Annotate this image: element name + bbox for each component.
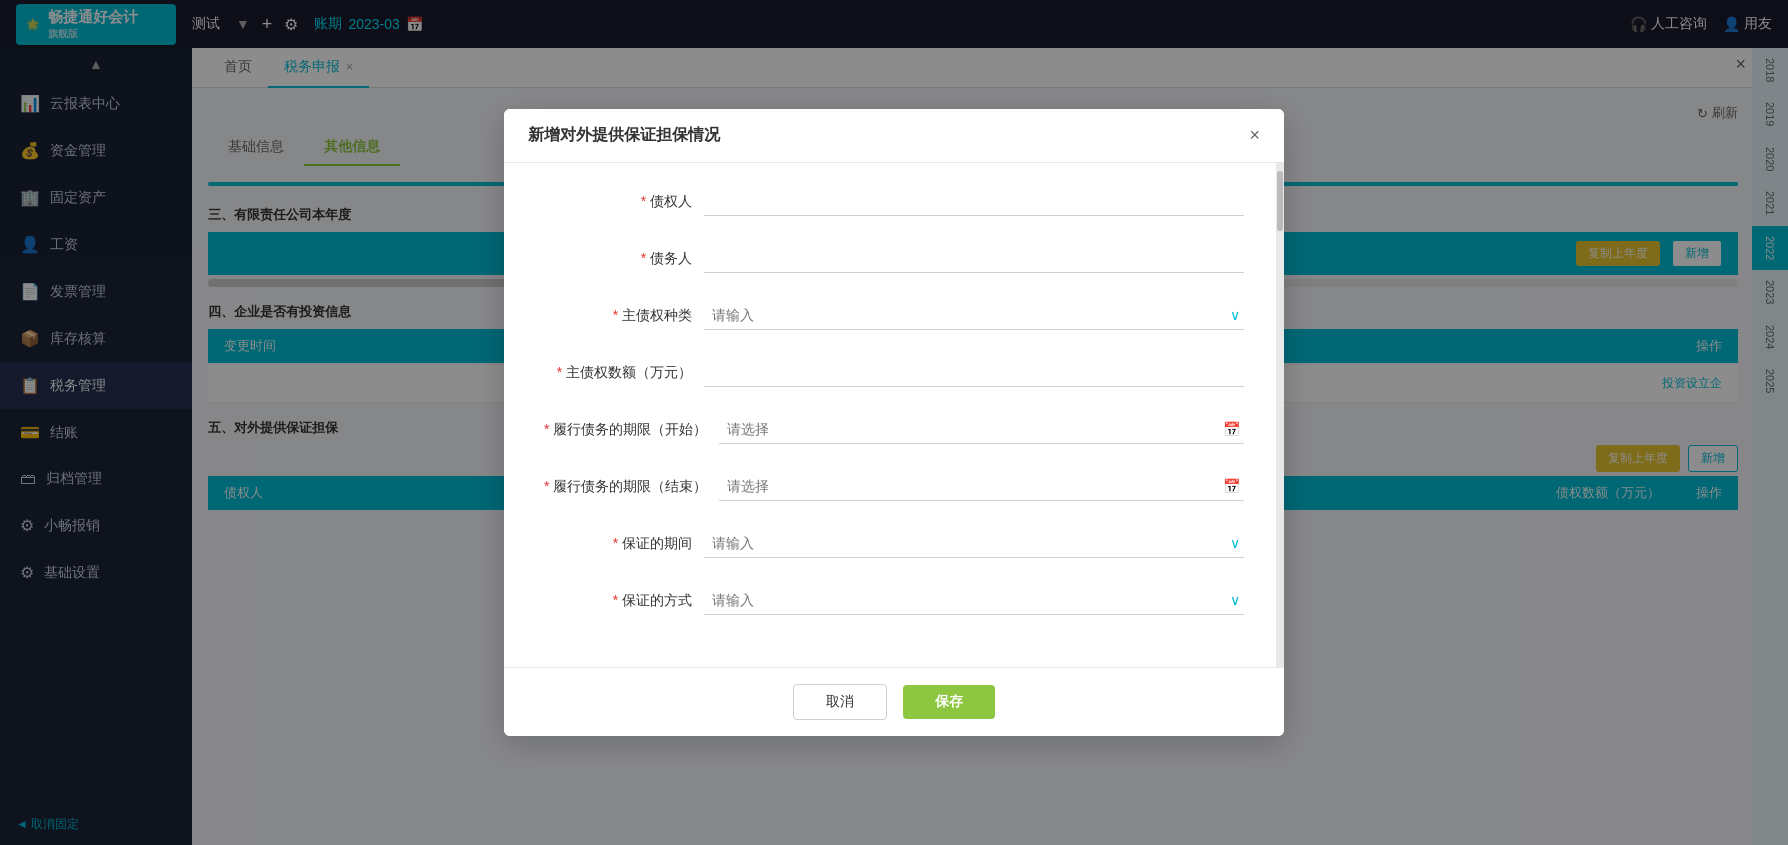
- claim-type-label-text: 主债权种类: [622, 307, 692, 323]
- form-row-claim-type: * 主债权种类 ∨: [544, 301, 1244, 330]
- form-row-creditor: * 债权人: [544, 187, 1244, 216]
- label-guarantee-method: * 保证的方式: [544, 592, 704, 610]
- label-claim-type: * 主债权种类: [544, 307, 704, 325]
- modal-scrollbar-thumb: [1277, 171, 1283, 231]
- claim-type-chevron: ∨: [1230, 307, 1244, 323]
- label-obligation-end: * 履行债务的期限（结束）: [544, 478, 719, 496]
- guarantee-period-chevron: ∨: [1230, 535, 1244, 551]
- form-row-debtor: * 债务人: [544, 244, 1244, 273]
- modal-body: * 债权人 * 债务人 * 主债权种: [504, 163, 1284, 667]
- form-row-obligation-start: * 履行债务的期限（开始） 📅: [544, 415, 1244, 444]
- guarantee-period-select-wrapper[interactable]: ∨: [704, 529, 1244, 558]
- label-claim-amount: * 主债权数额（万元）: [544, 364, 704, 382]
- guarantee-method-chevron: ∨: [1230, 592, 1244, 608]
- guarantee-method-input[interactable]: [704, 586, 1230, 614]
- modal-overlay: 新增对外提供保证担保情况 × * 债权人 * 债务人: [0, 0, 1788, 845]
- guarantee-period-label-text: 保证的期间: [622, 535, 692, 551]
- obligation-start-calendar-icon: 📅: [1223, 421, 1244, 437]
- claim-type-select-wrapper[interactable]: ∨: [704, 301, 1244, 330]
- guarantee-method-label-text: 保证的方式: [622, 592, 692, 608]
- form-row-guarantee-period: * 保证的期间 ∨: [544, 529, 1244, 558]
- modal-scrollbar[interactable]: [1276, 163, 1284, 667]
- label-creditor: * 债权人: [544, 193, 704, 211]
- form-row-obligation-end: * 履行债务的期限（结束） 📅: [544, 472, 1244, 501]
- modal: 新增对外提供保证担保情况 × * 债权人 * 债务人: [504, 109, 1284, 736]
- modal-header: 新增对外提供保证担保情况 ×: [504, 109, 1284, 163]
- form-row-claim-amount: * 主债权数额（万元）: [544, 358, 1244, 387]
- label-debtor: * 债务人: [544, 250, 704, 268]
- debtor-input[interactable]: [704, 244, 1244, 273]
- debtor-label-text: 债务人: [650, 250, 692, 266]
- label-guarantee-period: * 保证的期间: [544, 535, 704, 553]
- obligation-end-date-wrapper[interactable]: 📅: [719, 472, 1244, 501]
- claim-amount-input[interactable]: [704, 358, 1244, 387]
- form-row-guarantee-method: * 保证的方式 ∨: [544, 586, 1244, 615]
- creditor-label-text: 债权人: [650, 193, 692, 209]
- guarantee-period-input[interactable]: [704, 529, 1230, 557]
- claim-amount-label-text: 主债权数额（万元）: [566, 364, 692, 380]
- cancel-button[interactable]: 取消: [793, 684, 887, 720]
- obligation-start-date-wrapper[interactable]: 📅: [719, 415, 1244, 444]
- obligation-end-calendar-icon: 📅: [1223, 478, 1244, 494]
- obligation-end-input[interactable]: [719, 472, 1223, 500]
- creditor-input[interactable]: [704, 187, 1244, 216]
- guarantee-method-select-wrapper[interactable]: ∨: [704, 586, 1244, 615]
- obligation-start-label-text: 履行债务的期限（开始）: [553, 421, 707, 437]
- label-obligation-start: * 履行债务的期限（开始）: [544, 421, 719, 439]
- modal-title: 新增对外提供保证担保情况: [528, 125, 720, 146]
- save-button[interactable]: 保存: [903, 685, 995, 719]
- claim-type-input[interactable]: [704, 301, 1230, 329]
- modal-body-wrapper: * 债权人 * 债务人 * 主债权种: [504, 163, 1284, 667]
- obligation-end-label-text: 履行债务的期限（结束）: [553, 478, 707, 494]
- modal-close-button[interactable]: ×: [1249, 125, 1260, 146]
- modal-footer: 取消 保存: [504, 667, 1284, 736]
- obligation-start-input[interactable]: [719, 415, 1223, 443]
